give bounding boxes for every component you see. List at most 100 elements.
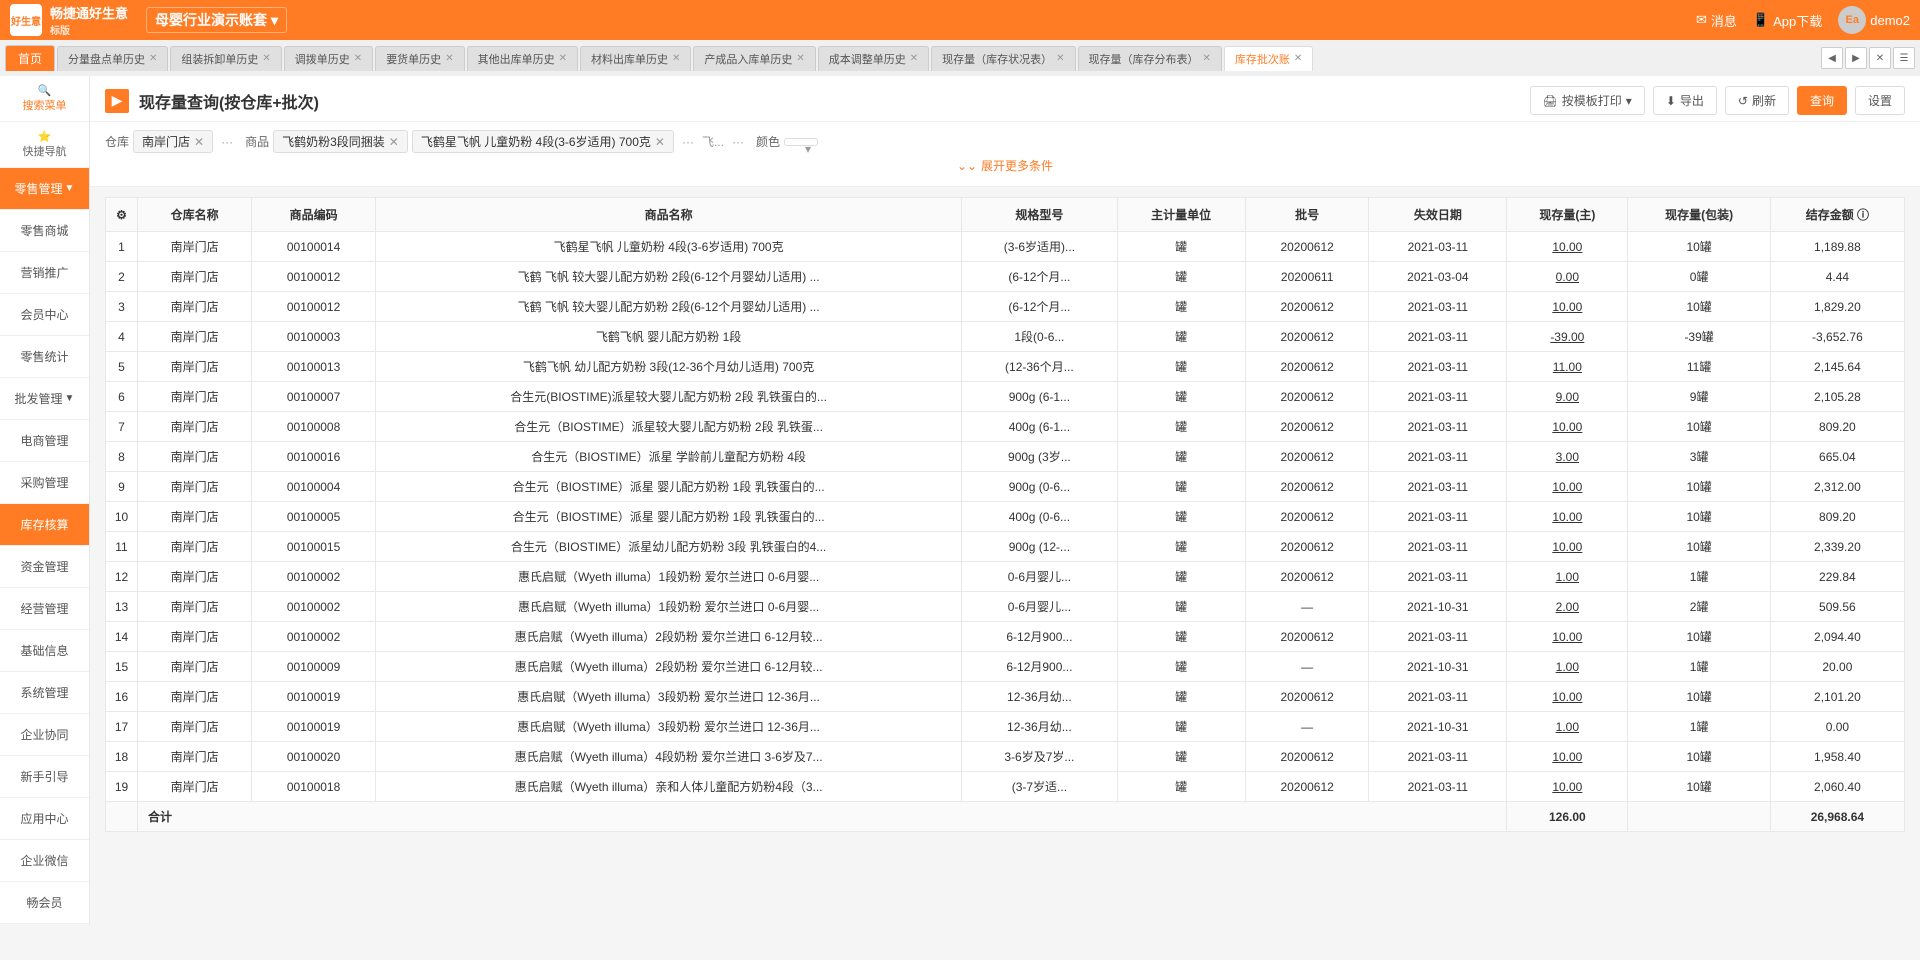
warehouse-remove-icon[interactable]: ✕ [194, 135, 204, 149]
tab-6-close[interactable]: ✕ [672, 53, 680, 64]
td-qty[interactable]: 1.00 [1507, 712, 1628, 742]
sidebar-item-corp[interactable]: 企业协同 [0, 714, 89, 756]
product-tag-1-remove[interactable]: ✕ [389, 135, 399, 149]
product-tag-2[interactable]: 飞鹤星飞帆 儿童奶粉 4段(3-6岁适用) 700克 ✕ [412, 130, 674, 153]
tab-10[interactable]: 现存量（库存分布表） ✕ [1078, 46, 1222, 71]
sidebar-item-stats[interactable]: 零售统计 [0, 336, 89, 378]
tab-8-close[interactable]: ✕ [910, 53, 918, 64]
expand-filter-btn[interactable]: ⌄⌄ 展开更多条件 [957, 157, 1053, 174]
td-batch: 20200612 [1245, 622, 1369, 652]
tab-5[interactable]: 其他出库单历史 ✕ [467, 46, 578, 71]
message-btn[interactable]: ✉ 消息 [1696, 11, 1737, 30]
product-dots[interactable]: ··· [678, 135, 698, 149]
sidebar-item-nav[interactable]: ⭐ 快捷导航 [0, 122, 89, 168]
export-btn[interactable]: ⬇ 导出 [1653, 86, 1717, 115]
td-code: 00100002 [252, 592, 376, 622]
td-qty[interactable]: 2.00 [1507, 592, 1628, 622]
tab-1[interactable]: 分量盘点单历史 ✕ [57, 46, 168, 71]
sidebar-item-purchase[interactable]: 采购管理 [0, 462, 89, 504]
sidebar-item-guide[interactable]: 新手引导 [0, 756, 89, 798]
tab-9-close[interactable]: ✕ [1056, 53, 1064, 64]
tab-3[interactable]: 调拨单历史 ✕ [284, 46, 373, 71]
tab-7-close[interactable]: ✕ [796, 53, 804, 64]
tab-7[interactable]: 产成品入库单历史 ✕ [693, 46, 815, 71]
sidebar-item-inventory[interactable]: 库存核算 [0, 504, 89, 546]
td-qty[interactable]: 10.00 [1507, 502, 1628, 532]
td-qty[interactable]: 10.00 [1507, 412, 1628, 442]
tab-5-label: 其他出库单历史 [478, 51, 555, 67]
sidebar-item-shop[interactable]: 零售商城 [0, 210, 89, 252]
product-tag-1[interactable]: 飞鹤奶粉3段同捆装 ✕ [273, 130, 408, 153]
tab-menu-btn[interactable]: ☰ [1893, 47, 1915, 69]
tab-10-close[interactable]: ✕ [1203, 53, 1211, 64]
tab-home[interactable]: 首页 [5, 45, 55, 71]
template-print-btn[interactable]: 🖨 按模板打印 ▾ [1530, 86, 1645, 115]
app-download-btn[interactable]: 📱 App下载 [1753, 11, 1822, 30]
sidebar-item-member[interactable]: 会员中心 [0, 294, 89, 336]
tab-5-close[interactable]: ✕ [559, 53, 567, 64]
tab-prev-btn[interactable]: ◀ [1821, 47, 1843, 69]
sidebar-item-wechat[interactable]: 企业微信 [0, 840, 89, 882]
td-qty[interactable]: 1.00 [1507, 652, 1628, 682]
message-icon: ✉ [1696, 12, 1707, 28]
sidebar-item-basic[interactable]: 基础信息 [0, 630, 89, 672]
tab-6[interactable]: 材料出库单历史 ✕ [580, 46, 691, 71]
tab-11-close[interactable]: ✕ [1294, 53, 1302, 64]
product-extra-dots[interactable]: ··· [728, 135, 748, 149]
account-selector[interactable]: 母婴行业演示账套 ▾ [146, 7, 287, 33]
td-spec: (12-36个月... [962, 352, 1117, 382]
sidebar-item-search[interactable]: 🔍 搜索菜单 [0, 76, 89, 122]
user-info[interactable]: Ea demo2 [1838, 6, 1910, 34]
sidebar-item-retail[interactable]: 零售管理 ▼ [0, 168, 89, 210]
tab-4[interactable]: 要货单历史 ✕ [375, 46, 464, 71]
td-batch: — [1245, 592, 1369, 622]
td-qty[interactable]: 10.00 [1507, 682, 1628, 712]
tab-3-close[interactable]: ✕ [354, 53, 362, 64]
settings-btn[interactable]: 设置 [1855, 86, 1905, 115]
tab-9[interactable]: 现存量（库存状况表） ✕ [931, 46, 1075, 71]
td-qty[interactable]: 10.00 [1507, 292, 1628, 322]
td-qty[interactable]: 0.00 [1507, 262, 1628, 292]
td-unit: 罐 [1117, 352, 1245, 382]
warehouse-tag[interactable]: 南岸门店 ✕ [133, 130, 213, 153]
td-qty[interactable]: 10.00 [1507, 472, 1628, 502]
sidebar-item-finance[interactable]: 资金管理 [0, 546, 89, 588]
sidebar-item-marketing[interactable]: 营销推广 [0, 252, 89, 294]
tab-1-close[interactable]: ✕ [149, 53, 157, 64]
td-qty[interactable]: 1.00 [1507, 562, 1628, 592]
td-qty[interactable]: -39.00 [1507, 322, 1628, 352]
tab-4-close[interactable]: ✕ [445, 53, 453, 64]
td-qty[interactable]: 11.00 [1507, 352, 1628, 382]
sidebar-item-management[interactable]: 经营管理 [0, 588, 89, 630]
product-tag-2-remove[interactable]: ✕ [655, 135, 665, 149]
td-qty[interactable]: 10.00 [1507, 532, 1628, 562]
td-qty[interactable]: 10.00 [1507, 622, 1628, 652]
sidebar-item-vip[interactable]: 畅会员 [0, 882, 89, 924]
tab-2[interactable]: 组装拆卸单历史 ✕ [170, 46, 281, 71]
tab-11[interactable]: 库存批次账 ✕ [1224, 46, 1313, 71]
td-qty[interactable]: 9.00 [1507, 382, 1628, 412]
td-qty[interactable]: 10.00 [1507, 742, 1628, 772]
search-label: 搜索菜单 [6, 97, 83, 113]
td-spec: 400g (6-1... [962, 412, 1117, 442]
td-name: 飞鹤星飞帆 儿童奶粉 4段(3-6岁适用) 700克 [375, 232, 961, 262]
th-settings[interactable]: ⚙ [106, 198, 138, 232]
td-qty[interactable]: 10.00 [1507, 232, 1628, 262]
sidebar-item-appcenter[interactable]: 应用中心 [0, 798, 89, 840]
tab-next-btn[interactable]: ▶ [1845, 47, 1867, 69]
color-input[interactable]: ▾ [784, 138, 818, 146]
tab-8[interactable]: 成本调整单历史 ✕ [818, 46, 929, 71]
sidebar-item-ecom[interactable]: 电商管理 [0, 420, 89, 462]
td-warehouse: 南岸门店 [138, 322, 252, 352]
td-qty[interactable]: 3.00 [1507, 442, 1628, 472]
tab-2-close[interactable]: ✕ [262, 53, 270, 64]
query-btn[interactable]: 查询 [1797, 86, 1847, 115]
refresh-btn[interactable]: ↺ 刷新 [1725, 86, 1789, 115]
warehouse-dots[interactable]: ··· [217, 135, 237, 149]
td-qty[interactable]: 10.00 [1507, 772, 1628, 802]
td-expiry: 2021-03-11 [1369, 232, 1507, 262]
tab-close-btn[interactable]: ✕ [1869, 47, 1891, 69]
expand-sidebar-btn[interactable]: ▶ [105, 89, 129, 113]
sidebar-item-system[interactable]: 系统管理 [0, 672, 89, 714]
sidebar-item-wholesale[interactable]: 批发管理 ▼ [0, 378, 89, 420]
